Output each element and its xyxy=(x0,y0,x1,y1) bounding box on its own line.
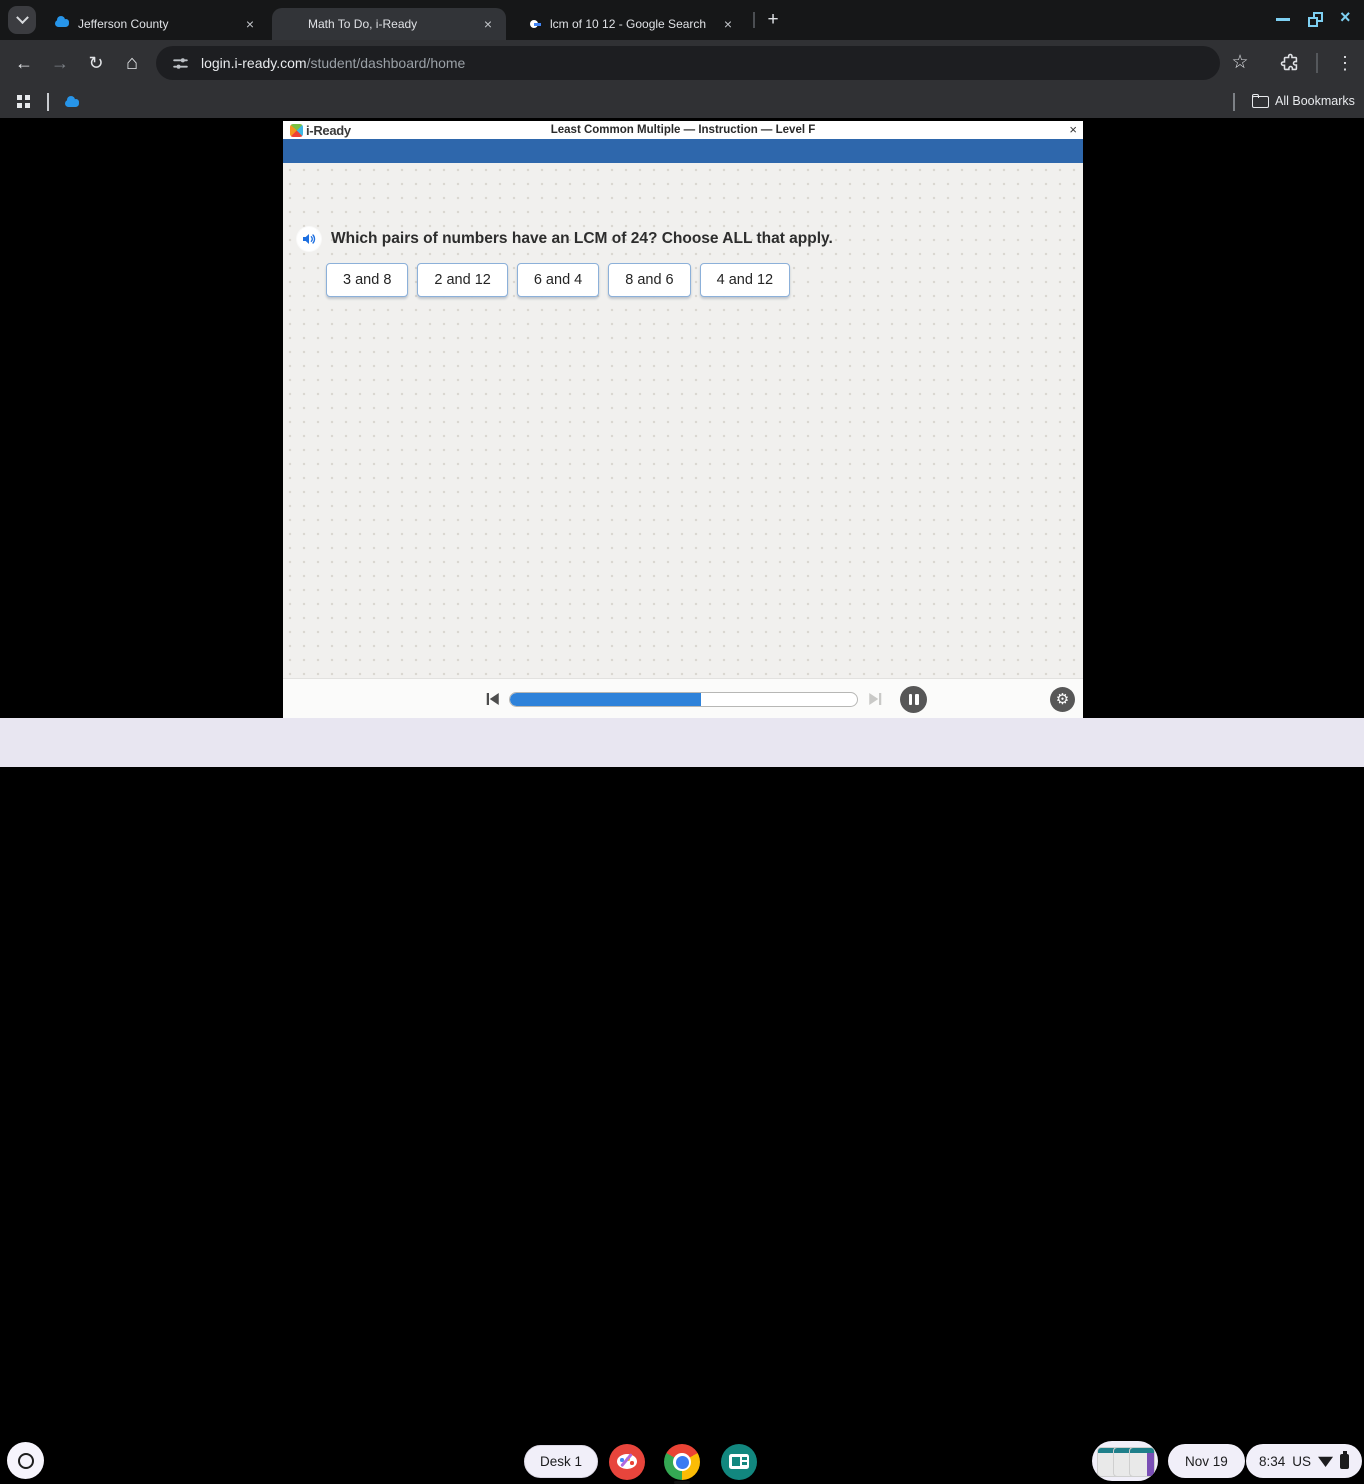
url-path: /student/dashboard/home xyxy=(306,55,466,71)
forward-button[interactable]: → xyxy=(48,51,72,75)
tab-math-todo-iready[interactable]: Math To Do, i-Ready × xyxy=(272,8,506,40)
audio-speaker-button[interactable] xyxy=(297,227,321,251)
chrome-app-icon[interactable] xyxy=(664,1444,700,1480)
canvas-app-icon[interactable] xyxy=(609,1444,645,1480)
iready-favicon-icon xyxy=(284,16,300,32)
tab-strip: Jefferson County × Math To Do, i-Ready ×… xyxy=(0,0,1364,40)
speaker-icon xyxy=(303,234,316,244)
bookmarks-bar: All Bookmarks xyxy=(0,86,1364,118)
tab-close-icon[interactable]: × xyxy=(720,16,736,32)
question-row: Which pairs of numbers have an LCM of 24… xyxy=(297,227,833,251)
lesson-content: Which pairs of numbers have an LCM of 24… xyxy=(283,163,1083,678)
choice-3-and-8[interactable]: 3 and 8 xyxy=(326,263,409,297)
tab-google-search[interactable]: lcm of 10 12 - Google Search × xyxy=(514,8,746,40)
bookmarks-separator xyxy=(1233,93,1235,111)
window-thumbnail xyxy=(1129,1447,1155,1477)
active-app-indicator xyxy=(674,1481,690,1484)
bookmark-star-icon[interactable]: ☆ xyxy=(1229,52,1251,74)
choice-2-and-12[interactable]: 2 and 12 xyxy=(417,263,508,297)
choice-4-and-12[interactable]: 4 and 12 xyxy=(699,263,791,297)
extensions-icon[interactable] xyxy=(1279,52,1301,74)
date-button[interactable]: Nov 19 xyxy=(1168,1444,1245,1478)
settings-gear-button[interactable]: ⚙ xyxy=(1050,687,1075,712)
back-button[interactable]: ← xyxy=(12,51,36,75)
google-favicon-icon xyxy=(526,16,542,32)
browser-toolbar: ← → ↻ ⌂ login.i-ready.com/student/dashbo… xyxy=(0,40,1364,86)
window-restore-button[interactable] xyxy=(1308,12,1323,27)
desk-switcher-button[interactable]: Desk 1 xyxy=(524,1445,599,1478)
url-domain: login.i-ready.com xyxy=(201,55,307,71)
tab-search-button[interactable] xyxy=(8,6,36,34)
window-minimize-button[interactable] xyxy=(1276,18,1290,21)
choice-6-and-4[interactable]: 6 and 4 xyxy=(516,263,600,297)
progress-bar[interactable] xyxy=(509,692,858,707)
answer-choices: 3 and 8 2 and 12 6 and 4 8 and 6 4 and 1… xyxy=(326,263,799,297)
all-bookmarks-folder-icon[interactable] xyxy=(1252,94,1269,108)
pause-button[interactable] xyxy=(900,686,927,713)
home-button[interactable]: ⌂ xyxy=(120,51,144,75)
skip-back-button[interactable] xyxy=(483,690,501,708)
tab-separator xyxy=(753,12,755,28)
chromeos-shelf: Desk 1 Nov 19 8:34 US xyxy=(0,718,1364,1484)
site-settings-icon[interactable] xyxy=(172,55,189,72)
chevron-down-icon xyxy=(15,10,29,24)
tab-close-icon[interactable]: × xyxy=(480,16,496,32)
choice-8-and-6[interactable]: 8 and 6 xyxy=(608,263,691,297)
tab-jefferson-county[interactable]: Jefferson County × xyxy=(42,8,268,40)
all-bookmarks-label[interactable]: All Bookmarks xyxy=(1275,94,1355,108)
iready-lesson-window: i-Ready Least Common Multiple — Instruct… xyxy=(283,121,1083,718)
wifi-icon xyxy=(1318,1456,1334,1467)
window-previews-button[interactable] xyxy=(1092,1441,1158,1481)
window-close-button[interactable]: × xyxy=(1340,7,1351,28)
lesson-header: i-Ready Least Common Multiple — Instruct… xyxy=(283,121,1083,139)
bookmarks-separator xyxy=(47,93,49,111)
lesson-banner xyxy=(283,139,1083,163)
lesson-title: Least Common Multiple — Instruction — Le… xyxy=(550,124,816,136)
progress-fill xyxy=(510,693,701,706)
news-app-icon[interactable] xyxy=(721,1444,757,1480)
lesson-close-button[interactable]: × xyxy=(1069,122,1077,137)
url-text: login.i-ready.com/student/dashboard/home xyxy=(201,55,465,71)
battery-icon xyxy=(1340,1451,1350,1469)
apps-grid-icon[interactable] xyxy=(17,95,31,109)
keyboard-locale: US xyxy=(1292,1453,1312,1469)
toolbar-separator xyxy=(1316,53,1318,73)
tab-title: Jefferson County xyxy=(78,17,169,31)
clock-time: 8:34 xyxy=(1259,1453,1286,1469)
question-text: Which pairs of numbers have an LCM of 24… xyxy=(331,230,833,247)
reload-button[interactable]: ↻ xyxy=(84,51,108,75)
tab-title: lcm of 10 12 - Google Search xyxy=(550,17,707,31)
launcher-circle-icon xyxy=(17,1452,34,1469)
skip-forward-button[interactable] xyxy=(867,690,885,708)
tab-title: Math To Do, i-Ready xyxy=(308,17,418,31)
address-bar[interactable]: login.i-ready.com/student/dashboard/home xyxy=(156,46,1220,80)
page-background: i-Ready Least Common Multiple — Instruct… xyxy=(0,118,1364,718)
new-tab-button[interactable]: + xyxy=(760,7,786,33)
browser-menu-button[interactable]: ⋮ xyxy=(1334,52,1356,74)
pause-icon xyxy=(908,694,919,705)
status-tray[interactable]: 8:34 US xyxy=(1246,1444,1363,1478)
cloud-favicon-icon xyxy=(54,16,70,32)
launcher-button[interactable] xyxy=(7,1442,44,1479)
tab-close-icon[interactable]: × xyxy=(242,16,258,32)
lesson-player-bar: ⚙ xyxy=(283,678,1083,718)
